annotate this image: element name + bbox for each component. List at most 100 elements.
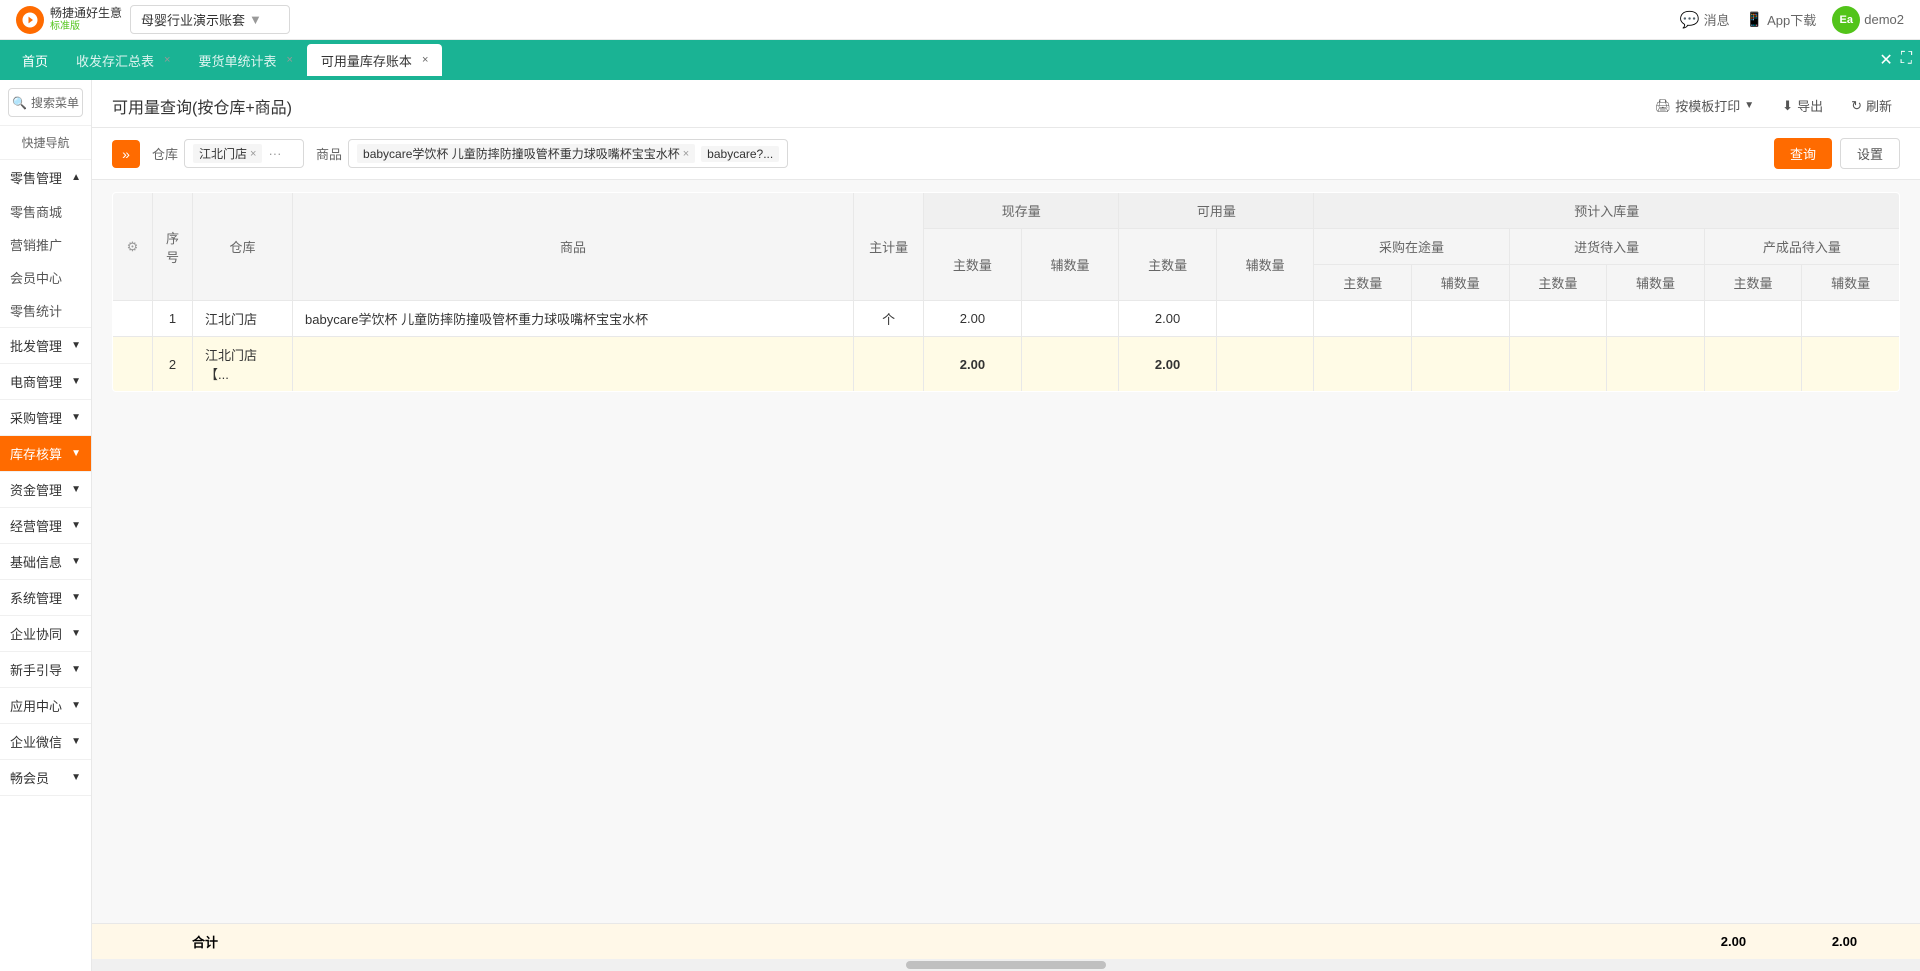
row1-current-aux — [1021, 301, 1119, 337]
expand-icon: » — [122, 146, 130, 162]
tab-available-stock[interactable]: 可用量库存账本 × — [307, 44, 442, 76]
sidebar-group-vip-header[interactable]: 畅会员 ▼ — [0, 760, 91, 795]
table-settings-icon[interactable]: ⚙ — [127, 239, 139, 254]
new-guide-chevron-icon: ▼ — [71, 664, 81, 675]
content-area: 可用量查询(按仓库+商品) 🖨 按模板打印 ▼ ⬇ 导出 ↻ 刷新 — [92, 80, 1920, 971]
th-settings[interactable]: ⚙ — [113, 193, 153, 301]
th-current-stock-label: 现存量 — [1002, 204, 1041, 219]
sidebar-group-purchase-header[interactable]: 采购管理 ▼ — [0, 400, 91, 435]
row1-no: 1 — [153, 301, 193, 337]
tab-receive-summary-label: 收发存汇总表 — [76, 51, 154, 70]
print-template-label: 按模板打印 — [1675, 96, 1740, 115]
th-available-aux-label: 辅数量 — [1246, 258, 1285, 273]
user-area[interactable]: Ea demo2 — [1832, 6, 1904, 34]
th-inbound-main: 主数量 — [1509, 265, 1607, 301]
logo-area[interactable]: 畅捷通好生意 标准版 — [16, 6, 122, 34]
tab-receive-summary-close[interactable]: × — [164, 54, 170, 66]
row2-purchase-aux — [1412, 337, 1510, 392]
retail-stats-label: 零售统计 — [10, 304, 62, 319]
sidebar-group-new-guide-header[interactable]: 新手引导 ▼ — [0, 652, 91, 687]
product-filter-input[interactable]: babycare学饮杯 儿童防摔防撞吸管杯重力球吸嘴杯宝宝水杯 × babyca… — [348, 139, 788, 168]
sidebar-group-basic-info-header[interactable]: 基础信息 ▼ — [0, 544, 91, 579]
th-available-main: 主数量 — [1119, 229, 1217, 301]
basic-info-label: 基础信息 — [10, 552, 62, 571]
sidebar-group-wholesale-header[interactable]: 批发管理 ▼ — [0, 328, 91, 363]
search-menu-button[interactable]: 🔍 搜索菜单 — [8, 88, 83, 117]
product-tag-1: babycare学饮杯 儿童防摔防撞吸管杯重力球吸嘴杯宝宝水杯 × — [357, 144, 695, 163]
sidebar-item-retail-stats[interactable]: 零售统计 — [0, 294, 91, 327]
search-menu-label: 搜索菜单 — [31, 94, 79, 111]
tenant-selector[interactable]: 母婴行业演示账套 ▼ — [130, 5, 290, 34]
export-label: 导出 — [1797, 96, 1823, 115]
scroll-thumb[interactable] — [906, 961, 1106, 969]
sidebar-search-area: 🔍 搜索菜单 — [0, 80, 91, 126]
row1-warehouse: 江北门店 — [193, 301, 293, 337]
row2-product — [293, 337, 854, 392]
tab-available-stock-close[interactable]: × — [422, 54, 428, 66]
vip-chevron-icon: ▼ — [71, 772, 81, 783]
message-icon: 💬 — [1680, 10, 1700, 30]
row1-available-aux — [1216, 301, 1314, 337]
finance-chevron-icon: ▼ — [71, 484, 81, 495]
page-header: 可用量查询(按仓库+商品) 🖨 按模板打印 ▼ ⬇ 导出 ↻ 刷新 — [92, 80, 1920, 128]
sidebar-group-retail-header[interactable]: 零售管理 ▲ — [0, 160, 91, 195]
tab-home-label: 首页 — [22, 51, 48, 70]
tab-order-summary[interactable]: 要货单统计表 × — [184, 44, 306, 76]
sidebar-group-operations-header[interactable]: 经营管理 ▼ — [0, 508, 91, 543]
sidebar-group-app-center-header[interactable]: 应用中心 ▼ — [0, 688, 91, 723]
settings-button[interactable]: 设置 — [1840, 138, 1900, 169]
row1-prod-aux — [1802, 301, 1900, 337]
app-download-button[interactable]: 📱 App下载 — [1746, 10, 1817, 29]
sidebar-item-quick-nav[interactable]: 快捷导航 — [0, 126, 91, 160]
warehouse-tag-close[interactable]: × — [250, 148, 256, 160]
sidebar-group-system: 系统管理 ▼ — [0, 580, 91, 616]
footer-settings-cell — [112, 932, 152, 951]
sidebar-group-retail-label: 零售管理 — [10, 168, 62, 187]
sidebar-group-vip: 畅会员 ▼ — [0, 760, 91, 796]
row2-current-main-value: 2.00 — [960, 357, 985, 372]
table-row: 1 江北门店 babycare学饮杯 儿童防摔防撞吸管杯重力球吸嘴杯宝宝水杯 个 — [113, 301, 1900, 337]
product-tag-1-value: babycare学饮杯 儿童防摔防撞吸管杯重力球吸嘴杯宝宝水杯 — [363, 145, 680, 162]
tab-order-summary-close[interactable]: × — [286, 54, 292, 66]
th-purchase-main-label: 主数量 — [1343, 276, 1382, 291]
logo-icon — [16, 6, 44, 34]
sidebar-group-finance-header[interactable]: 资金管理 ▼ — [0, 472, 91, 507]
tab-home[interactable]: 首页 — [8, 44, 62, 76]
app-center-chevron-icon: ▼ — [71, 700, 81, 711]
filter-expand-button[interactable]: » — [112, 140, 140, 168]
query-button[interactable]: 查询 — [1774, 138, 1832, 169]
th-current-aux: 辅数量 — [1021, 229, 1119, 301]
system-label: 系统管理 — [10, 588, 62, 607]
wholesale-chevron-icon: ▼ — [71, 340, 81, 351]
filter-bar: » 仓库 江北门店 × ··· 商品 babycare学饮杯 儿童防摔防撞吸管杯… — [92, 128, 1920, 180]
export-button[interactable]: ⬇ 导出 — [1774, 92, 1831, 119]
row1-settings — [113, 301, 153, 337]
ecommerce-label: 电商管理 — [10, 372, 62, 391]
sidebar-group-finance: 资金管理 ▼ — [0, 472, 91, 508]
warehouse-more-dots[interactable]: ··· — [268, 146, 281, 161]
warehouse-filter-input[interactable]: 江北门店 × ··· — [184, 139, 304, 168]
refresh-button[interactable]: ↻ 刷新 — [1843, 92, 1900, 119]
sidebar-group-enterprise-header[interactable]: 企业协同 ▼ — [0, 616, 91, 651]
sidebar-group-ecommerce-header[interactable]: 电商管理 ▼ — [0, 364, 91, 399]
sidebar-group-wechat: 企业微信 ▼ — [0, 724, 91, 760]
sidebar-group-system-header[interactable]: 系统管理 ▼ — [0, 580, 91, 615]
nav-close-btn[interactable]: ✕ — [1879, 50, 1892, 70]
sidebar-group-operations: 经营管理 ▼ — [0, 508, 91, 544]
tab-order-summary-label: 要货单统计表 — [198, 51, 276, 70]
th-inbound-aux-label: 辅数量 — [1636, 276, 1675, 291]
print-template-button[interactable]: 🖨 按模板打印 ▼ — [1647, 92, 1762, 119]
sidebar-item-member-center[interactable]: 会员中心 — [0, 261, 91, 294]
main-layout: 🔍 搜索菜单 快捷导航 零售管理 ▲ 零售商城 营销推广 会员中心 零售统计 — [0, 80, 1920, 971]
sidebar-group-wholesale: 批发管理 ▼ — [0, 328, 91, 364]
th-product: 商品 — [293, 193, 854, 301]
sidebar-item-retail-mall[interactable]: 零售商城 — [0, 195, 91, 228]
sidebar-group-purchase: 采购管理 ▼ — [0, 400, 91, 436]
nav-expand-btn[interactable]: ⛶ — [1901, 50, 1912, 70]
product-tag-1-close[interactable]: × — [683, 148, 689, 160]
message-button[interactable]: 💬 消息 — [1680, 10, 1730, 30]
sidebar-group-wechat-header[interactable]: 企业微信 ▼ — [0, 724, 91, 759]
tab-receive-summary[interactable]: 收发存汇总表 × — [62, 44, 184, 76]
sidebar-item-marketing[interactable]: 营销推广 — [0, 228, 91, 261]
sidebar-group-inventory-header[interactable]: 库存核算 ▼ — [0, 436, 91, 471]
